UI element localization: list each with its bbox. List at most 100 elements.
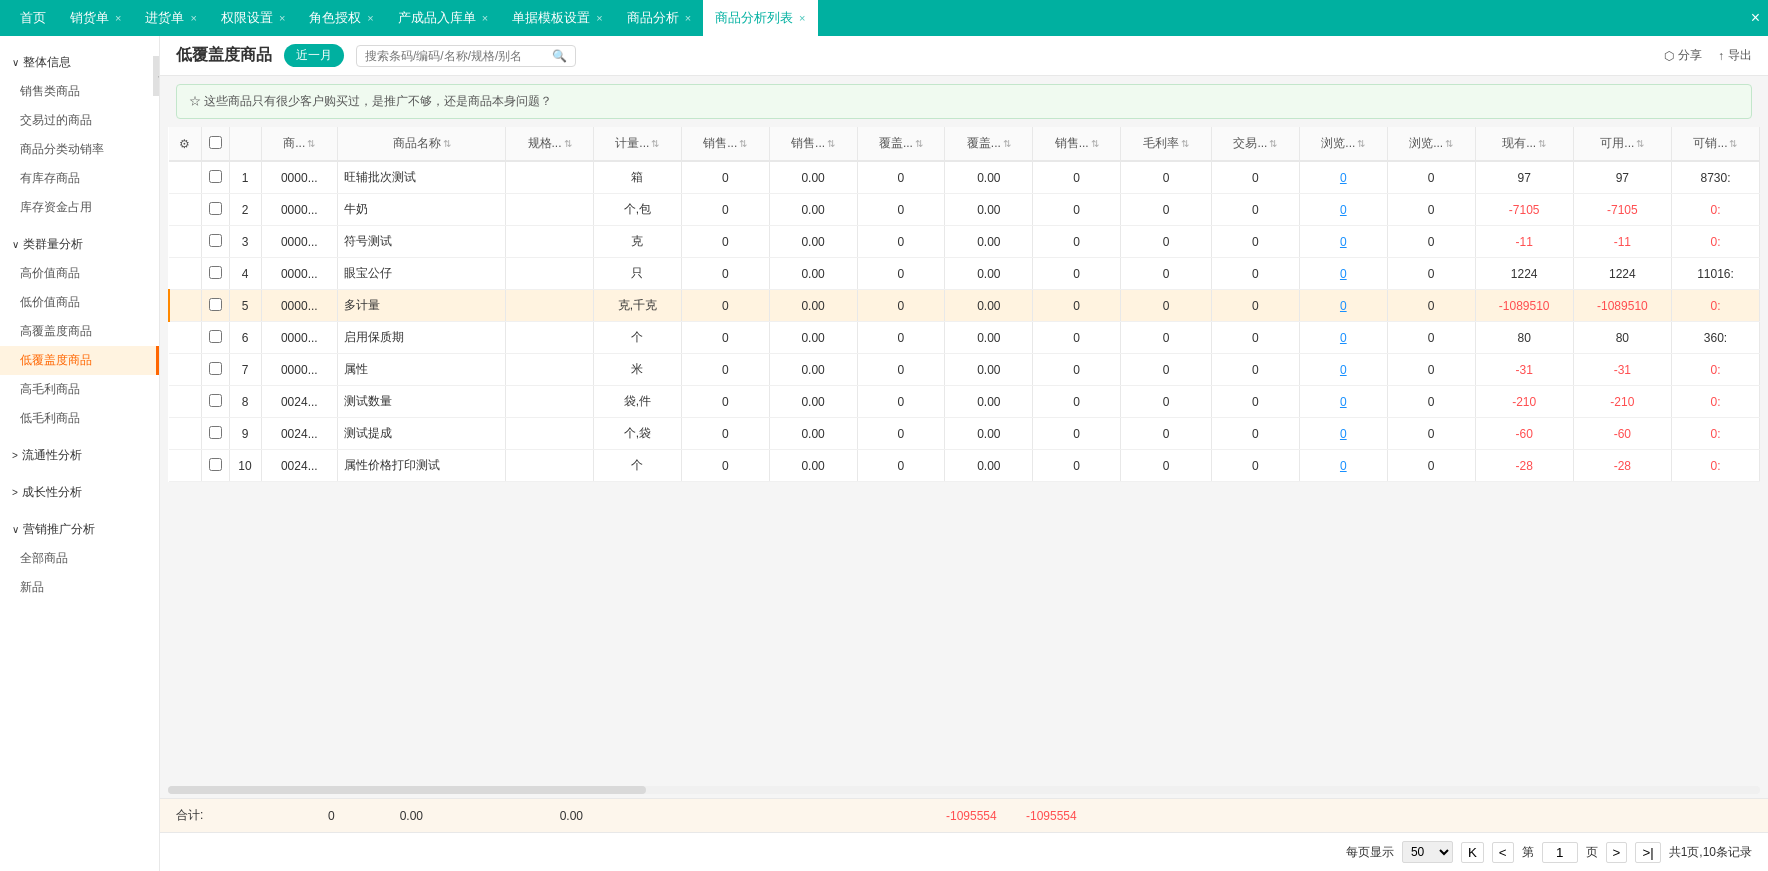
th-checkbox <box>201 127 229 161</box>
sidebar-item-in-stock[interactable]: 有库存商品 <box>0 164 159 193</box>
td-browse1[interactable]: 0 <box>1299 418 1387 450</box>
row-checkbox[interactable] <box>209 234 222 247</box>
td-checkbox[interactable] <box>201 418 229 450</box>
top-nav: 首页 销货单× 进货单× 权限设置× 角色授权× 产成品入库单× 单据模板设置×… <box>0 0 1768 36</box>
td-browse1[interactable]: 0 <box>1299 258 1387 290</box>
td-checkbox[interactable] <box>201 450 229 482</box>
sidebar-section-title-marketing[interactable]: ∨ 营销推广分析 <box>0 515 159 544</box>
td-checkbox[interactable] <box>201 354 229 386</box>
td-gross: 0 <box>1121 354 1212 386</box>
td-sales-amt: 0.00 <box>769 450 857 482</box>
td-name: 属性 <box>338 354 506 386</box>
data-table: ⚙ 商...⇅ 商品名称⇅ 规格...⇅ 计量...⇅ 销售...⇅ 销售...… <box>168 127 1760 482</box>
main-layout: « ∨ 整体信息 销售类商品 交易过的商品 商品分类动销率 有库存商品 库存资金… <box>0 36 1768 871</box>
share-button[interactable]: ⬡ 分享 <box>1664 47 1702 64</box>
nav-tab-sales[interactable]: 销货单× <box>58 0 133 36</box>
nav-tab-analysis-list[interactable]: 商品分析列表× <box>703 0 817 36</box>
td-sales2: 0 <box>1033 418 1121 450</box>
td-code: 0024... <box>261 450 338 482</box>
row-checkbox[interactable] <box>209 170 222 183</box>
last-page-btn[interactable]: >| <box>1635 842 1660 863</box>
sidebar-item-high-value[interactable]: 高价值商品 <box>0 259 159 288</box>
export-button[interactable]: ↑ 导出 <box>1718 47 1752 64</box>
td-browse1[interactable]: 0 <box>1299 290 1387 322</box>
td-browse1[interactable]: 0 <box>1299 226 1387 258</box>
footer-gap2 <box>611 809 691 823</box>
row-checkbox[interactable] <box>209 202 222 215</box>
td-browse1[interactable]: 0 <box>1299 450 1387 482</box>
sidebar-section-title-overall[interactable]: ∨ 整体信息 <box>0 48 159 77</box>
window-close-icon[interactable]: × <box>1751 9 1760 27</box>
th-browse2: 浏览...⇅ <box>1387 127 1475 161</box>
nav-tab-purchase[interactable]: 进货单× <box>133 0 208 36</box>
scrollbar-thumb[interactable] <box>168 786 646 794</box>
page-input[interactable] <box>1542 842 1578 863</box>
td-browse1[interactable]: 0 <box>1299 194 1387 226</box>
td-browse1[interactable]: 0 <box>1299 354 1387 386</box>
row-checkbox[interactable] <box>209 298 222 311</box>
row-checkbox[interactable] <box>209 426 222 439</box>
sidebar-section-title-growth[interactable]: > 成长性分析 <box>0 478 159 507</box>
footer-sales-qty <box>211 809 291 823</box>
td-checkbox[interactable] <box>201 386 229 418</box>
td-browse1[interactable]: 0 <box>1299 161 1387 194</box>
first-page-btn[interactable]: K <box>1461 842 1484 863</box>
app-container: 首页 销货单× 进货单× 权限设置× 角色授权× 产成品入库单× 单据模板设置×… <box>0 0 1768 871</box>
sidebar-item-high-coverage[interactable]: 高覆盖度商品 <box>0 317 159 346</box>
td-checkbox[interactable] <box>201 226 229 258</box>
sidebar-item-low-coverage[interactable]: 低覆盖度商品 <box>0 346 159 375</box>
sidebar-item-high-margin[interactable]: 高毛利商品 <box>0 375 159 404</box>
td-settings <box>169 194 201 226</box>
th-settings[interactable]: ⚙ <box>169 127 201 161</box>
td-checkbox[interactable] <box>201 322 229 354</box>
td-sales-qty: 0 <box>681 354 769 386</box>
nav-tab-home[interactable]: 首页 <box>8 0 58 36</box>
sidebar-item-low-margin[interactable]: 低毛利商品 <box>0 404 159 433</box>
td-settings <box>169 290 201 322</box>
td-checkbox[interactable] <box>201 290 229 322</box>
row-checkbox[interactable] <box>209 362 222 375</box>
td-browse1[interactable]: 0 <box>1299 322 1387 354</box>
horizontal-scrollbar[interactable] <box>168 786 1760 794</box>
search-input[interactable] <box>365 49 552 63</box>
table-header-row: ⚙ 商...⇅ 商品名称⇅ 规格...⇅ 计量...⇅ 销售...⇅ 销售...… <box>169 127 1760 161</box>
row-checkbox[interactable] <box>209 266 222 279</box>
next-page-btn[interactable]: > <box>1606 842 1628 863</box>
prev-page-btn[interactable]: < <box>1492 842 1514 863</box>
sidebar-section-title-circulation[interactable]: > 流通性分析 <box>0 441 159 470</box>
td-sales2: 0 <box>1033 290 1121 322</box>
sidebar-item-category-rate[interactable]: 商品分类动销率 <box>0 135 159 164</box>
sidebar-item-low-value[interactable]: 低价值商品 <box>0 288 159 317</box>
row-checkbox[interactable] <box>209 458 222 471</box>
td-checkbox[interactable] <box>201 194 229 226</box>
sidebar-item-stock-capital[interactable]: 库存资金占用 <box>0 193 159 222</box>
td-current: -28 <box>1475 450 1573 482</box>
nav-tab-inventory[interactable]: 产成品入库单× <box>386 0 500 36</box>
nav-tab-analysis[interactable]: 商品分析× <box>615 0 703 36</box>
sidebar-item-traded-goods[interactable]: 交易过的商品 <box>0 106 159 135</box>
page-label: 第 <box>1522 844 1534 861</box>
sidebar-item-sales-goods[interactable]: 销售类商品 <box>0 77 159 106</box>
nav-tab-permissions[interactable]: 权限设置× <box>209 0 297 36</box>
nav-tab-roles[interactable]: 角色授权× <box>297 0 385 36</box>
td-code: 0000... <box>261 290 338 322</box>
nav-tab-templates[interactable]: 单据模板设置× <box>500 0 614 36</box>
sidebar-item-all-goods[interactable]: 全部商品 <box>0 544 159 573</box>
select-all-checkbox[interactable] <box>209 136 222 149</box>
export-icon: ↑ <box>1718 49 1724 63</box>
td-checkbox[interactable] <box>201 161 229 194</box>
td-code: 0000... <box>261 226 338 258</box>
sidebar-section-marketing: ∨ 营销推广分析 全部商品 新品 <box>0 511 159 606</box>
sidebar-collapse-btn[interactable]: « <box>153 56 160 96</box>
per-page-select[interactable]: 50 100 <box>1402 841 1453 863</box>
sidebar-item-new-goods[interactable]: 新品 <box>0 573 159 602</box>
row-checkbox[interactable] <box>209 330 222 343</box>
td-browse2: 0 <box>1387 354 1475 386</box>
td-browse1[interactable]: 0 <box>1299 386 1387 418</box>
td-checkbox[interactable] <box>201 258 229 290</box>
row-checkbox[interactable] <box>209 394 222 407</box>
td-unit: 个 <box>593 450 681 482</box>
time-filter-button[interactable]: 近一月 <box>284 44 344 67</box>
chevron-down-icon: ∨ <box>12 524 19 535</box>
sidebar-section-title-cluster[interactable]: ∨ 类群量分析 <box>0 230 159 259</box>
